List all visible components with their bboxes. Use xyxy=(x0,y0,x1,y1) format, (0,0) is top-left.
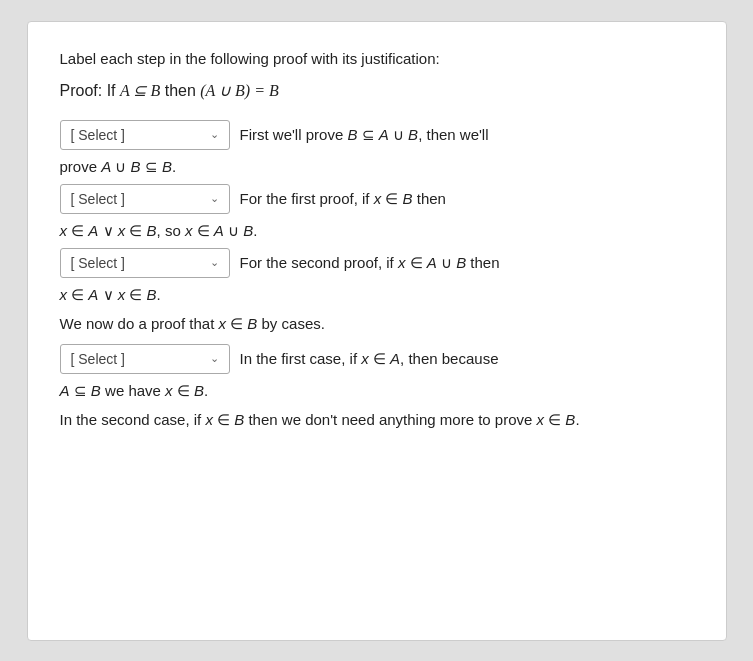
step4-text: In the first case, if x ∈ A, then becaus… xyxy=(240,350,694,368)
step3-row: [ Select ] ⌄ For the second proof, if x … xyxy=(60,248,694,278)
final-text: In the second case, if x ∈ B then we don… xyxy=(60,408,694,432)
step3-below: We now do a proof that x ∈ B by cases. xyxy=(60,312,694,336)
step3-text: For the second proof, if x ∈ A ∪ B then xyxy=(240,254,694,272)
select-dropdown-4[interactable]: [ Select ] ⌄ xyxy=(60,344,230,374)
step2-result: x ∈ A ∨ x ∈ B, so x ∈ A ∪ B. xyxy=(60,222,694,240)
select-label-2: [ Select ] xyxy=(71,191,125,207)
chevron-icon-4: ⌄ xyxy=(210,352,219,365)
step4-result: A ⊆ B we have x ∈ B. xyxy=(60,382,694,400)
select-label-1: [ Select ] xyxy=(71,127,125,143)
step4-row: [ Select ] ⌄ In the first case, if x ∈ A… xyxy=(60,344,694,374)
step1-row: [ Select ] ⌄ First we'll prove B ⊆ A ∪ B… xyxy=(60,120,694,150)
proof-title: Proof: If A ⊆ B then (A ∪ B) = B xyxy=(60,81,694,100)
select-dropdown-1[interactable]: [ Select ] ⌄ xyxy=(60,120,230,150)
chevron-icon-2: ⌄ xyxy=(210,192,219,205)
select-dropdown-3[interactable]: [ Select ] ⌄ xyxy=(60,248,230,278)
step1-continue: prove A ∪ B ⊆ B. xyxy=(60,158,694,176)
proof-title-middle: then xyxy=(160,82,200,99)
step1-text: First we'll prove B ⊆ A ∪ B, then we'll xyxy=(240,126,694,144)
instruction-text: Label each step in the following proof w… xyxy=(60,50,694,67)
select-label-3: [ Select ] xyxy=(71,255,125,271)
proof-title-math: A ⊆ B xyxy=(120,82,160,99)
chevron-icon-3: ⌄ xyxy=(210,256,219,269)
proof-card: Label each step in the following proof w… xyxy=(27,21,727,641)
select-dropdown-2[interactable]: [ Select ] ⌄ xyxy=(60,184,230,214)
step3-result: x ∈ A ∨ x ∈ B. xyxy=(60,286,694,304)
select-label-4: [ Select ] xyxy=(71,351,125,367)
step2-row: [ Select ] ⌄ For the first proof, if x ∈… xyxy=(60,184,694,214)
proof-title-prefix: Proof: If xyxy=(60,82,120,99)
chevron-icon-1: ⌄ xyxy=(210,128,219,141)
proof-title-result: (A ∪ B) = B xyxy=(200,82,279,99)
step2-text: For the first proof, if x ∈ B then xyxy=(240,190,694,208)
